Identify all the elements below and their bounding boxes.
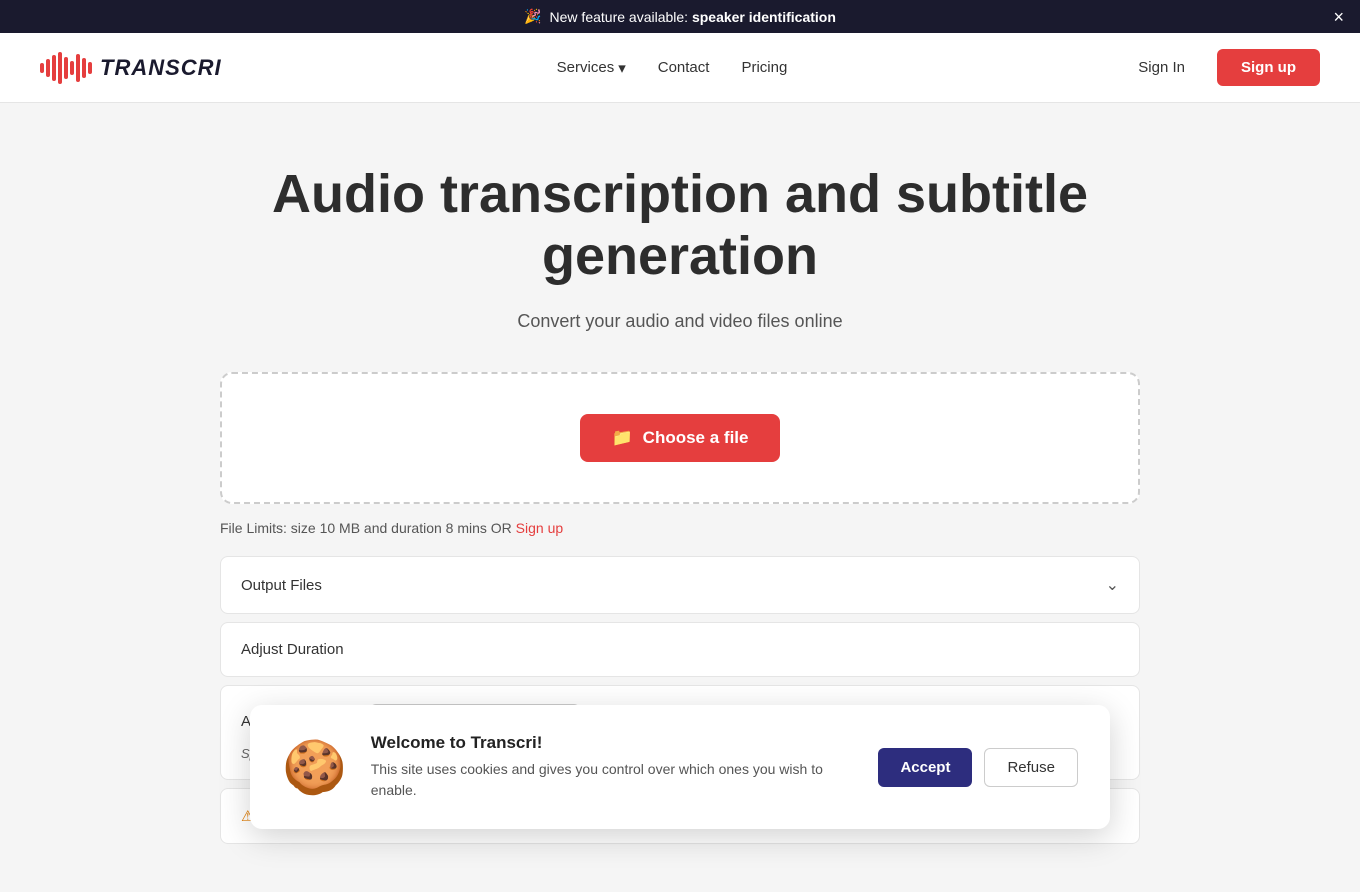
cookie-actions: Accept Refuse [878, 748, 1078, 787]
folder-icon: 📁 [612, 428, 633, 448]
sign-up-link[interactable]: Sign up [516, 520, 563, 536]
announcement-emoji: 🎉 [524, 8, 541, 25]
sign-up-button[interactable]: Sign up [1217, 49, 1320, 86]
cookie-title: Welcome to Transcri! [371, 733, 855, 753]
file-limits-text: File Limits: size 10 MB and duration 8 m… [220, 520, 1140, 536]
cookie-description: This site uses cookies and gives you con… [371, 759, 855, 801]
adjust-duration-accordion: Adjust Duration [220, 622, 1140, 677]
nav-contact[interactable]: Contact [658, 59, 710, 76]
adjust-duration-header[interactable]: Adjust Duration [221, 623, 1139, 676]
main-nav: Services ▾ Contact Pricing [557, 59, 788, 77]
output-files-accordion: Output Files ⌄ [220, 556, 1140, 614]
announcement-text: New feature available: speaker identific… [550, 9, 836, 25]
output-files-chevron-icon: ⌄ [1106, 575, 1119, 595]
cookie-banner: 🍪 Welcome to Transcri! This site uses co… [250, 705, 1110, 829]
output-files-header[interactable]: Output Files ⌄ [221, 557, 1139, 613]
header-actions: Sign In Sign up [1122, 49, 1320, 86]
announcement-bar: 🎉 New feature available: speaker identif… [0, 0, 1360, 33]
nav-pricing[interactable]: Pricing [741, 59, 787, 76]
chevron-down-icon: ▾ [618, 59, 626, 77]
accept-cookies-button[interactable]: Accept [878, 748, 972, 787]
output-files-label: Output Files [241, 577, 322, 594]
choose-file-button[interactable]: 📁 Choose a file [580, 414, 781, 462]
nav-services[interactable]: Services ▾ [557, 59, 626, 77]
logo-icon [40, 52, 92, 84]
sign-in-button[interactable]: Sign In [1122, 51, 1201, 84]
cookie-text: Welcome to Transcri! This site uses cook… [371, 733, 855, 801]
adjust-duration-label: Adjust Duration [241, 641, 344, 658]
upload-area[interactable]: 📁 Choose a file [220, 372, 1140, 504]
announcement-bold: speaker identification [692, 9, 836, 25]
hero-subtitle: Convert your audio and video files onlin… [220, 311, 1140, 332]
logo-link[interactable]: TRANSCRI [40, 52, 222, 84]
site-header: TRANSCRI Services ▾ Contact Pricing Sign… [0, 33, 1360, 103]
refuse-cookies-button[interactable]: Refuse [984, 748, 1078, 787]
close-announcement-button[interactable]: × [1333, 8, 1344, 26]
logo-text: TRANSCRI [100, 55, 222, 81]
cookie-icon: 🍪 [282, 737, 347, 798]
hero-title: Audio transcription and subtitle generat… [220, 163, 1140, 287]
